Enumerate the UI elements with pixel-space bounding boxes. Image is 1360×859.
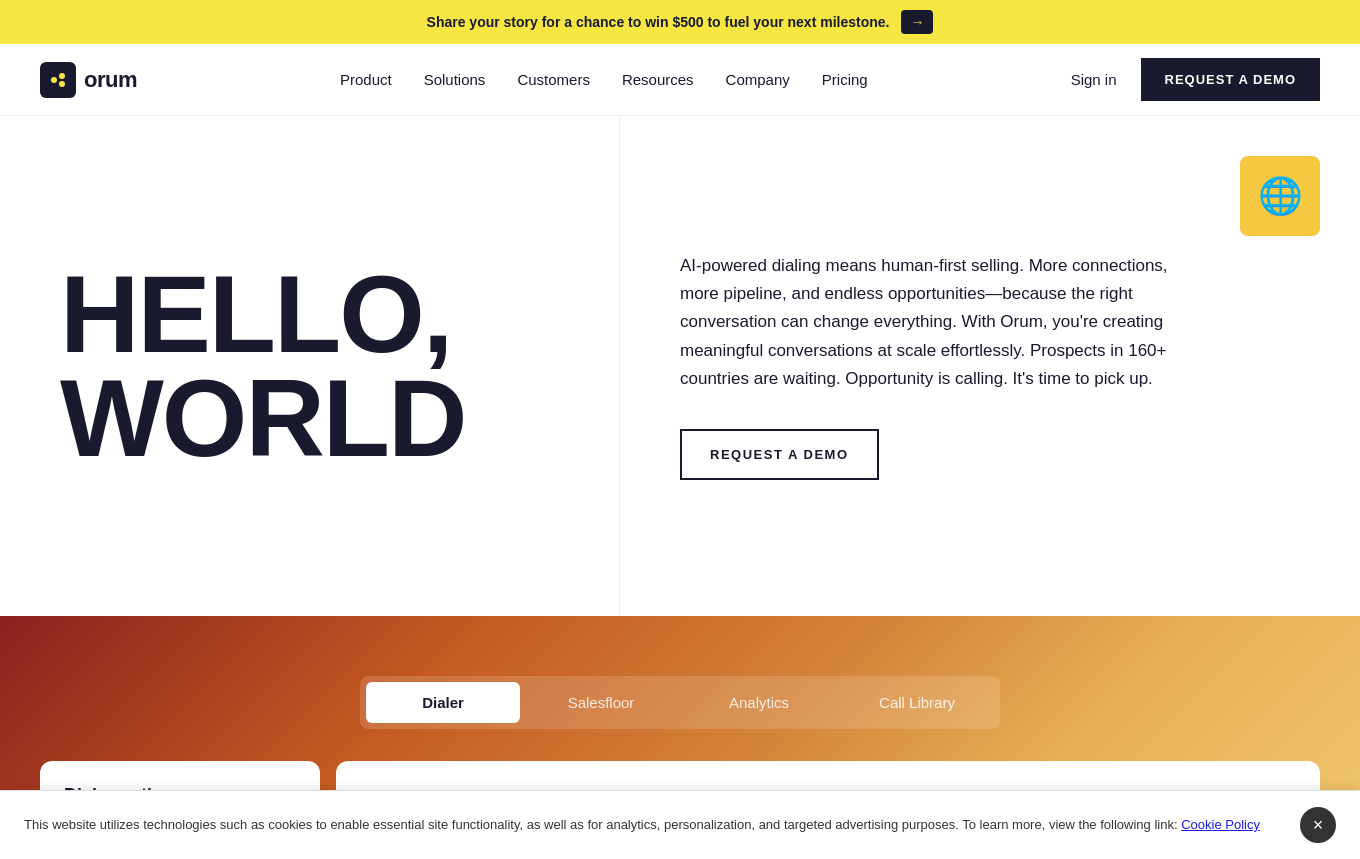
hero-description: AI-powered dialing means human-first sel… xyxy=(680,252,1180,392)
hero-headline: HELLO, WORLD xyxy=(60,262,465,471)
nav-request-demo-button[interactable]: REQUEST A DEMO xyxy=(1141,58,1321,101)
sign-in-button[interactable]: Sign in xyxy=(1071,71,1117,88)
hero-left: HELLO, WORLD xyxy=(0,116,620,616)
nav-item-pricing[interactable]: Pricing xyxy=(822,71,868,88)
nav-item-product[interactable]: Product xyxy=(340,71,392,88)
hero-cta-button[interactable]: REQUEST A DEMO xyxy=(680,429,879,480)
navbar: orum Product Solutions Customers Resourc… xyxy=(0,44,1360,116)
cookie-text: This website utilizes technologies such … xyxy=(24,815,1260,835)
announcement-arrow-button[interactable]: → xyxy=(901,10,933,34)
tab-salesfloor[interactable]: Salesfloor xyxy=(524,682,678,723)
nav-right: Sign in REQUEST A DEMO xyxy=(1071,58,1320,101)
nav-item-resources[interactable]: Resources xyxy=(622,71,694,88)
logo[interactable]: orum xyxy=(40,62,137,98)
hero-right: 🌐 AI-powered dialing means human-first s… xyxy=(620,116,1360,616)
nav-item-company[interactable]: Company xyxy=(726,71,790,88)
svg-point-1 xyxy=(59,73,65,79)
logo-icon xyxy=(40,62,76,98)
announcement-banner: Share your story for a chance to win $50… xyxy=(0,0,1360,44)
globe-badge: 🌐 xyxy=(1240,156,1320,236)
tab-analytics[interactable]: Analytics xyxy=(682,682,836,723)
nav-item-solutions[interactable]: Solutions xyxy=(424,71,486,88)
cookie-banner: This website utilizes technologies such … xyxy=(0,790,1360,859)
demo-tabs: Dialer Salesfloor Analytics Call Library xyxy=(360,676,1000,729)
globe-icon: 🌐 xyxy=(1258,175,1303,217)
logo-text: orum xyxy=(84,67,137,93)
nav-item-customers[interactable]: Customers xyxy=(517,71,590,88)
nav-links: Product Solutions Customers Resources Co… xyxy=(340,71,868,89)
tab-call-library[interactable]: Call Library xyxy=(840,682,994,723)
tab-dialer[interactable]: Dialer xyxy=(366,682,520,723)
svg-point-2 xyxy=(59,81,65,87)
cookie-policy-link[interactable]: Cookie Policy xyxy=(1181,817,1260,832)
announcement-text: Share your story for a chance to win $50… xyxy=(427,14,890,30)
cookie-close-button[interactable]: × xyxy=(1300,807,1336,843)
hero-section: HELLO, WORLD 🌐 AI-powered dialing means … xyxy=(0,116,1360,616)
svg-point-0 xyxy=(51,77,57,83)
